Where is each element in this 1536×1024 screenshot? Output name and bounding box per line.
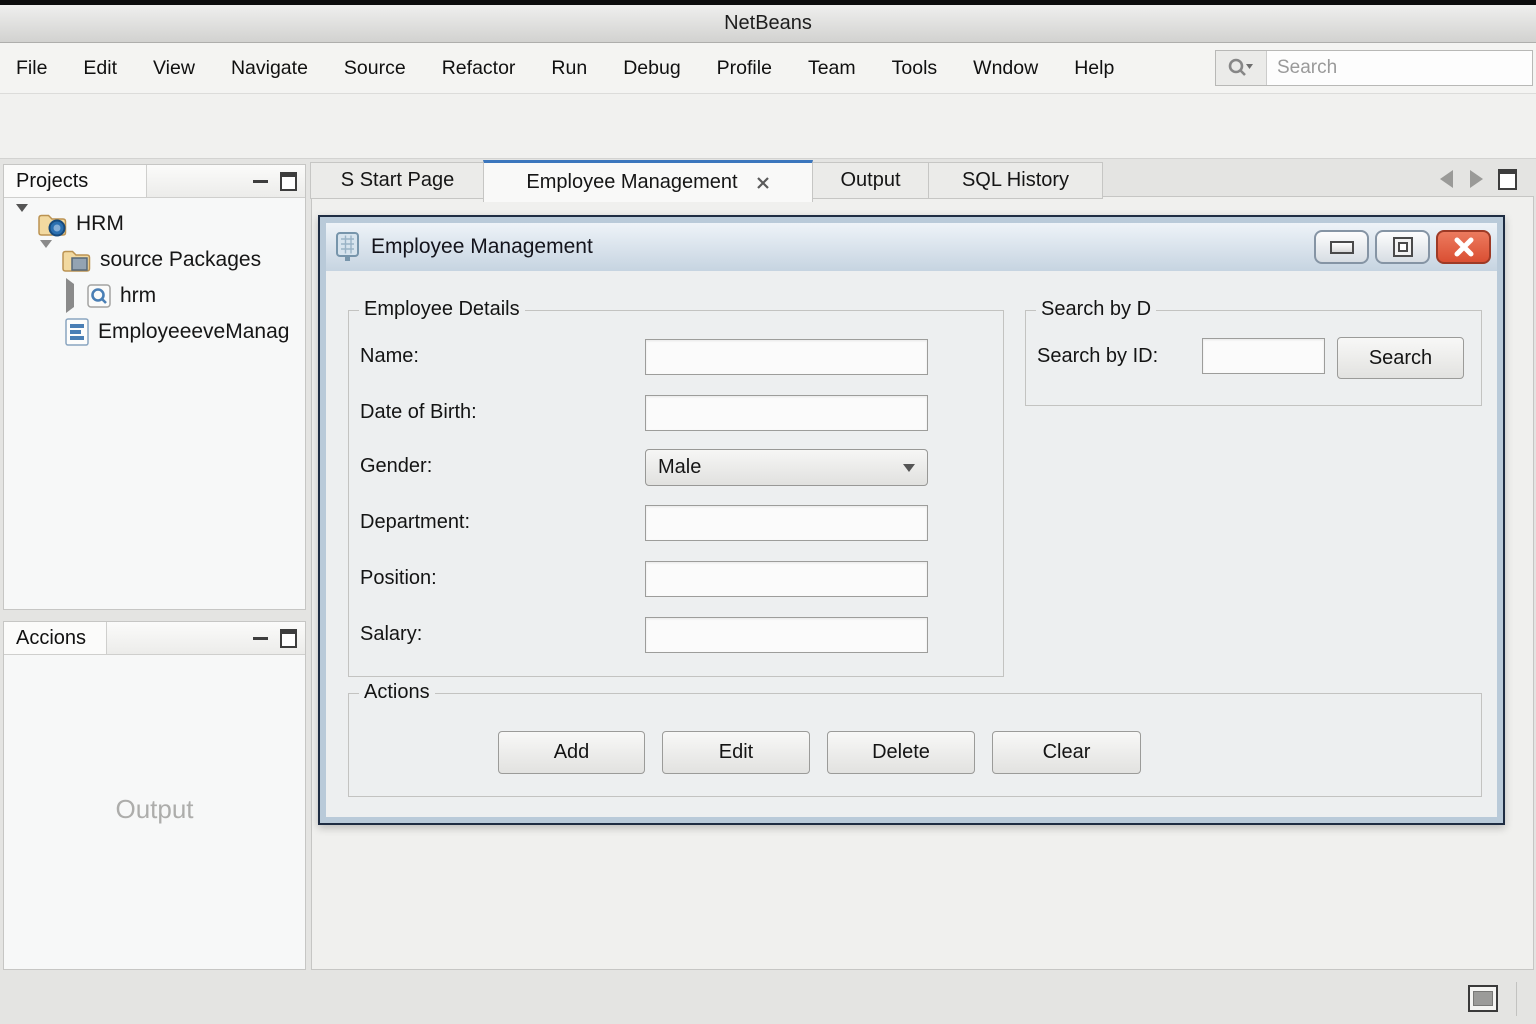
tree-node-hrm-package[interactable]: hrm <box>4 278 305 314</box>
projects-panel: Projects HRM source Packages hrm Employe… <box>3 164 306 610</box>
dob-label: Date of Birth: <box>360 401 477 423</box>
salary-field[interactable] <box>645 617 928 653</box>
gender-label: Gender: <box>360 455 433 477</box>
netbeans-window: NetBeans File Edit View Navigate Source … <box>0 0 1536 1024</box>
os-titlebar: NetBeans <box>0 5 1536 43</box>
menu-help[interactable]: Help <box>1068 53 1120 84</box>
tree-node-employee-form[interactable]: EmployeeeveManag <box>4 314 305 350</box>
salary-label: Salary: <box>360 623 423 645</box>
menu-run[interactable]: Run <box>545 53 593 84</box>
menu-source[interactable]: Source <box>338 53 412 84</box>
tree-node-label: EmployeeeveManag <box>98 320 290 343</box>
edit-button[interactable]: Edit <box>662 731 810 774</box>
group-title: Actions <box>359 681 435 704</box>
close-window-button[interactable] <box>1436 230 1491 264</box>
accions-panel-header: Accions <box>4 622 305 655</box>
menu-window[interactable]: Wndow <box>967 53 1044 84</box>
minimize-window-button[interactable] <box>1314 230 1369 264</box>
frame-body: Employee Details Name: Date of Birth: Ge… <box>326 271 1497 817</box>
group-title: Employee Details <box>359 298 525 321</box>
window-title: NetBeans <box>724 12 812 34</box>
tab-sql-history[interactable]: SQL History <box>928 162 1103 199</box>
maximize-panel-icon[interactable] <box>280 171 297 191</box>
tree-node-source-packages[interactable]: source Packages <box>4 240 305 278</box>
tab-label: Output <box>840 169 901 191</box>
minimize-panel-icon[interactable] <box>253 179 268 183</box>
tree-node-label: hrm <box>120 284 157 307</box>
menu-view[interactable]: View <box>147 53 201 84</box>
menu-profile[interactable]: Profile <box>711 53 778 84</box>
menu-items: File Edit View Navigate Source Refactor … <box>0 53 1120 84</box>
maximize-panel-icon[interactable] <box>280 628 297 648</box>
close-tab-icon[interactable] <box>756 176 770 190</box>
menu-refactor[interactable]: Refactor <box>436 53 522 84</box>
expand-arrow-icon[interactable] <box>16 204 30 236</box>
tab-label: Employee Management <box>526 171 738 193</box>
search-icon[interactable] <box>1216 51 1267 85</box>
accions-panel-tab[interactable]: Accions <box>4 622 107 654</box>
expand-arrow-icon[interactable] <box>66 278 80 313</box>
tree-node-label: source Packages <box>100 248 262 271</box>
menu-debug[interactable]: Debug <box>617 53 686 84</box>
tab-start-page[interactable]: S Start Page <box>310 162 485 199</box>
group-title: Search by D <box>1036 298 1157 321</box>
frame-title: Employee Management <box>371 235 593 258</box>
toolbar <box>0 94 1536 240</box>
scroll-tabs-right-icon[interactable] <box>1470 170 1483 188</box>
collapse-arrow-icon[interactable] <box>40 240 54 272</box>
dob-field[interactable] <box>645 395 928 431</box>
name-field[interactable] <box>645 339 928 375</box>
projects-panel-title: Projects <box>16 169 89 192</box>
accions-panel: Accions Output <box>3 621 306 970</box>
delete-button[interactable]: Delete <box>827 731 975 774</box>
packages-folder-icon <box>62 250 91 272</box>
tab-label: SQL History <box>961 169 1070 191</box>
employee-management-frame: Employee Management Employee Details Nam… <box>318 215 1505 825</box>
search-button[interactable]: Search <box>1337 337 1464 379</box>
tab-label: S Start Page <box>340 169 455 191</box>
tab-output[interactable]: Output <box>811 162 930 199</box>
chevron-down-icon <box>903 463 915 472</box>
maximize-window-button[interactable] <box>1375 230 1430 264</box>
projects-panel-header: Projects <box>4 165 305 198</box>
menu-team[interactable]: Team <box>802 53 862 84</box>
package-icon <box>87 284 111 308</box>
maximize-editor-icon[interactable] <box>1498 169 1517 190</box>
menu-tools[interactable]: Tools <box>886 53 944 84</box>
add-button[interactable]: Add <box>498 731 645 774</box>
tab-employee-management[interactable]: Employee Management <box>483 160 813 202</box>
name-label: Name: <box>360 345 419 367</box>
scroll-tabs-left-icon[interactable] <box>1440 170 1453 188</box>
projects-tree: HRM source Packages hrm EmployeeeveManag <box>4 198 305 350</box>
gender-combobox[interactable]: Male <box>645 449 928 486</box>
department-label: Department: <box>360 511 471 533</box>
output-watermark: Output <box>115 794 194 824</box>
gender-value: Male <box>658 456 702 478</box>
position-label: Position: <box>360 567 437 589</box>
memory-status-icon[interactable] <box>1468 985 1498 1012</box>
menu-file[interactable]: File <box>10 53 53 84</box>
department-field[interactable] <box>645 505 928 541</box>
menu-edit[interactable]: Edit <box>77 53 123 84</box>
frame-titlebar[interactable]: Employee Management <box>326 223 1497 271</box>
search-by-id-label: Search by ID: <box>1037 345 1159 367</box>
minimize-panel-icon[interactable] <box>253 636 268 640</box>
form-window-icon <box>336 232 359 261</box>
tree-node-label: HRM <box>76 212 124 235</box>
menu-navigate[interactable]: Navigate <box>225 53 314 84</box>
tree-node-hrm-project[interactable]: HRM <box>4 204 305 242</box>
position-field[interactable] <box>645 561 928 597</box>
accions-panel-title: Accions <box>16 626 87 649</box>
projects-panel-tab[interactable]: Projects <box>4 165 147 197</box>
project-folder-icon <box>38 214 67 237</box>
java-file-icon <box>65 318 89 346</box>
clear-button[interactable]: Clear <box>992 731 1141 774</box>
quick-search <box>1215 50 1533 86</box>
search-id-field[interactable] <box>1202 338 1325 374</box>
statusbar-separator <box>1516 982 1517 1016</box>
search-input[interactable] <box>1267 51 1532 85</box>
close-icon <box>1454 237 1473 257</box>
